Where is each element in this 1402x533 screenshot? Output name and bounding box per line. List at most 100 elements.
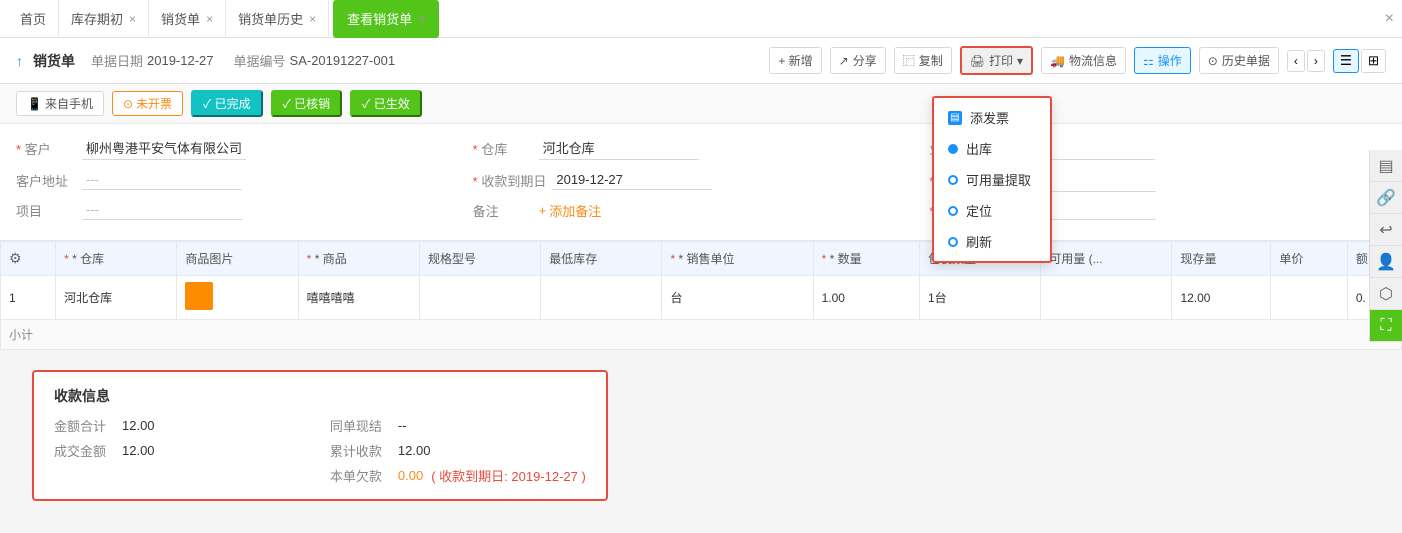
copy-button[interactable]: ⿸ 复制 [894, 47, 952, 74]
tab-sales-history[interactable]: 销货单历史 × [226, 0, 329, 38]
dropdown-refresh[interactable]: 刷新 [934, 226, 1050, 257]
operations-icon: ⚏ [1143, 54, 1154, 68]
tab-sales-order-close[interactable]: × [206, 12, 213, 26]
check-icon: ✓ [203, 97, 211, 111]
cumulative-label: 累计收款 [330, 441, 390, 460]
operations-button[interactable]: ⚏ 操作 [1134, 47, 1191, 74]
col-quantity: * * 数量 [813, 242, 919, 276]
settings-icon: ⚙ [9, 250, 22, 266]
col-spec: 规格型号 [419, 242, 540, 276]
summary-cumulative-row: 累计收款 12.00 [330, 441, 586, 460]
dropdown-add-invoice[interactable]: ▤ 添发票 [934, 102, 1050, 133]
summary-arrears-detail-row: 本单欠款 0.00 ( 收款到期日: 2019-12-27 ) [330, 466, 586, 485]
payment-date-field: 收款到期日 2019-12-27 [473, 170, 930, 190]
tab-inventory-init-label: 库存期初 [71, 9, 123, 28]
right-icon-5[interactable]: ⬡ [1370, 278, 1402, 310]
tab-home[interactable]: 首页 [8, 0, 59, 38]
customer-value[interactable]: 柳州粤港平安气体有限公司 [82, 136, 246, 160]
dropdown-quantity-extract[interactable]: 可用量提取 [934, 164, 1050, 195]
new-button[interactable]: + 新增 [769, 47, 821, 74]
print-dropdown-icon: ▾ [1017, 54, 1023, 68]
col-product-img: 商品图片 [177, 242, 298, 276]
effective-icon: ✓ [362, 97, 370, 111]
prev-button[interactable]: ‹ [1287, 50, 1305, 72]
operations-button-label: 操作 [1158, 52, 1182, 69]
summary-total-amount-row: 金额合计 12.00 [54, 416, 310, 435]
dropdown-outbound[interactable]: 出库 [934, 133, 1050, 164]
warehouse-value[interactable]: 河北仓库 [539, 136, 699, 160]
col-product: * * 商品 [298, 242, 419, 276]
tab-view-sales-close[interactable]: × [418, 12, 425, 26]
ticket-icon: ⊙ [123, 97, 133, 111]
doc-meta: 单据日期 2019-12-27 单据编号 SA-20191227-001 [91, 51, 395, 70]
form-row-1: 客户 柳州粤港平安气体有限公司 仓库 河北仓库 业务员 演示账号 [16, 136, 1386, 160]
list-view-button[interactable]: ☰ [1333, 49, 1359, 73]
tab-inventory-init-close[interactable]: × [129, 12, 136, 26]
row-index: 1 [1, 276, 56, 320]
row-sales-unit[interactable]: 台 [662, 276, 813, 320]
total-amount-label: 金额合计 [54, 416, 114, 435]
tab-sales-history-close[interactable]: × [309, 12, 316, 26]
tab-sales-order[interactable]: 销货单 × [149, 0, 226, 38]
row-unit-price [1271, 276, 1348, 320]
unopened-button[interactable]: ⊙ 未开票 [112, 91, 183, 116]
project-label: 项目 [16, 201, 76, 220]
row-current-stock[interactable]: 12.00 [1172, 276, 1271, 320]
tab-inventory-init[interactable]: 库存期初 × [59, 0, 149, 38]
logistics-icon: 🚚 [1050, 54, 1065, 68]
add-note-button[interactable]: 添加备注 [539, 201, 602, 220]
tab-bar-close-btn[interactable]: × [1385, 10, 1394, 28]
row-pack-qty[interactable]: 1台 [919, 276, 1040, 320]
row-product-img [177, 276, 298, 320]
expand-icon-btn[interactable]: ⛶ [1370, 310, 1402, 342]
print-icon: 🖨 [970, 54, 985, 68]
same-order-value: -- [398, 418, 407, 433]
share-button-label: 分享 [853, 52, 877, 69]
print-button[interactable]: 🖨 打印 ▾ [960, 46, 1033, 75]
payment-date-value[interactable]: 2019-12-27 [552, 170, 712, 190]
phone-button[interactable]: 📱 来自手机 [16, 91, 104, 116]
phone-icon: 📱 [27, 97, 42, 111]
row-product[interactable]: 嘻嘻嘻嘻 [298, 276, 419, 320]
doc-number-value: SA-20191227-001 [290, 53, 396, 68]
row-warehouse[interactable]: 河北仓库 [56, 276, 177, 320]
history-button[interactable]: ⊙ 历史单据 [1199, 47, 1279, 74]
tab-view-sales-label: 查看销货单 [347, 9, 412, 28]
copy-icon: ⿸ [903, 52, 915, 69]
next-button[interactable]: › [1307, 50, 1325, 72]
logistics-button[interactable]: 🚚 物流信息 [1041, 47, 1126, 74]
tab-view-sales[interactable]: 查看销货单 × [333, 0, 439, 38]
table-row: 1 河北仓库 嘻嘻嘻嘻 台 1.00 1台 12.00 [1, 276, 1402, 320]
row-quantity[interactable]: 1.00 [813, 276, 919, 320]
tab-sales-history-label: 销货单历史 [238, 9, 303, 28]
add-invoice-label: 添发票 [970, 108, 1009, 127]
col-settings[interactable]: ⚙ [1, 242, 56, 276]
sold-out-button[interactable]: ✓ 已核销 [271, 90, 343, 117]
history-icon: ⊙ [1208, 54, 1218, 68]
quantity-extract-icon [948, 175, 958, 185]
summary-box: 收款信息 金额合计 12.00 同单现结 -- 成交金额 12.00 [32, 370, 608, 501]
col-current-stock: 现存量 [1172, 242, 1271, 276]
right-icon-3[interactable]: ↩ [1370, 214, 1402, 246]
share-button[interactable]: ↗ 分享 [830, 47, 886, 74]
grid-view-button[interactable]: ⊞ [1361, 49, 1386, 73]
product-table: ⚙ * * 仓库 商品图片 * * 商品 规格型号 最低库存 * * 销售单位 … [0, 241, 1402, 350]
main-content: 客户 柳州粤港平安气体有限公司 仓库 河北仓库 业务员 演示账号 客户地址 --… [0, 124, 1402, 521]
right-icon-1[interactable]: ▤ [1370, 150, 1402, 182]
print-button-label: 打印 [989, 52, 1013, 69]
right-icon-4[interactable]: 👤 [1370, 246, 1402, 278]
logistics-button-label: 物流信息 [1069, 52, 1117, 69]
row-available [1041, 276, 1172, 320]
share-icon: ↗ [839, 54, 849, 68]
complete-button-label: 已完成 [215, 97, 251, 111]
dropdown-locate[interactable]: 定位 [934, 195, 1050, 226]
right-icon-2[interactable]: 🔗 [1370, 182, 1402, 214]
col-unit-price: 单价 [1271, 242, 1348, 276]
refresh-label: 刷新 [966, 232, 992, 251]
address-value[interactable]: --- [82, 170, 242, 190]
summary-area: 收款信息 金额合计 12.00 同单现结 -- 成交金额 12.00 [0, 350, 1402, 521]
complete-button[interactable]: ✓ 已完成 [191, 90, 263, 117]
project-value[interactable]: --- [82, 200, 242, 220]
row-min-stock [541, 276, 662, 320]
effective-button[interactable]: ✓ 已生效 [350, 90, 422, 117]
